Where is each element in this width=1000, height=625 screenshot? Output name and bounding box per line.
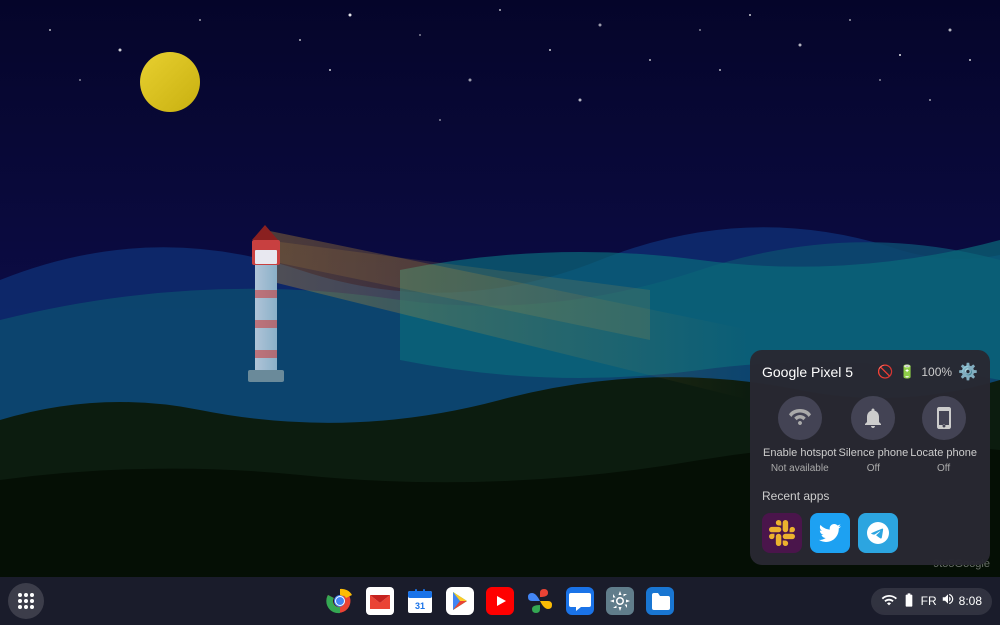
recent-app-twitter[interactable]	[810, 513, 850, 553]
taskbar-gmail[interactable]	[362, 583, 398, 619]
device-name: Google Pixel 5	[762, 364, 853, 380]
phone-panel: Google Pixel 5 🚫 🔋 100% ⚙️ Enable hotspo…	[750, 350, 990, 565]
settings-icon[interactable]: ⚙️	[958, 362, 978, 382]
sound-icon	[941, 592, 955, 611]
taskbar-center: 31	[322, 583, 678, 619]
no-sim-icon: 🚫	[877, 364, 893, 380]
recent-apps-list	[762, 513, 978, 553]
locate-action[interactable]: Locate phone Off	[910, 396, 977, 475]
silence-action[interactable]: Silence phone Off	[838, 396, 908, 475]
taskbar-calendar[interactable]: 31	[402, 583, 438, 619]
taskbar-photos[interactable]	[522, 583, 558, 619]
taskbar-files[interactable]	[642, 583, 678, 619]
battery-tray-icon	[901, 592, 917, 611]
locate-label: Locate phone Off	[910, 446, 977, 475]
taskbar-chrome[interactable]	[322, 583, 358, 619]
taskbar: 31	[0, 577, 1000, 625]
system-tray[interactable]: FR 8:08	[871, 588, 992, 615]
hotspot-label: Enable hotspot Not available	[763, 446, 836, 475]
taskbar-play[interactable]	[442, 583, 478, 619]
battery-icon: 🔋	[899, 364, 915, 380]
silence-label: Silence phone Off	[838, 446, 908, 475]
svg-text:31: 31	[415, 601, 425, 611]
panel-header-icons: 🚫 🔋 100% ⚙️	[877, 362, 978, 382]
locale-text: FR	[921, 594, 937, 608]
battery-percent: 100%	[921, 365, 952, 379]
taskbar-messages[interactable]	[562, 583, 598, 619]
hotspot-icon	[778, 396, 822, 440]
launcher-button[interactable]	[8, 583, 44, 619]
recent-app-telegram[interactable]	[858, 513, 898, 553]
taskbar-settings[interactable]	[602, 583, 638, 619]
panel-actions: Enable hotspot Not available Silence pho…	[762, 396, 978, 475]
hotspot-action[interactable]: Enable hotspot Not available	[763, 396, 836, 475]
taskbar-left	[8, 583, 44, 619]
wifi-icon	[881, 592, 897, 611]
recent-apps-title: Recent apps	[762, 489, 978, 503]
locate-icon	[922, 396, 966, 440]
silence-icon	[851, 396, 895, 440]
clock: 8:08	[959, 594, 982, 608]
taskbar-right: FR 8:08	[871, 588, 992, 615]
recent-app-slack[interactable]	[762, 513, 802, 553]
taskbar-youtube[interactable]	[482, 583, 518, 619]
panel-header: Google Pixel 5 🚫 🔋 100% ⚙️	[762, 362, 978, 382]
